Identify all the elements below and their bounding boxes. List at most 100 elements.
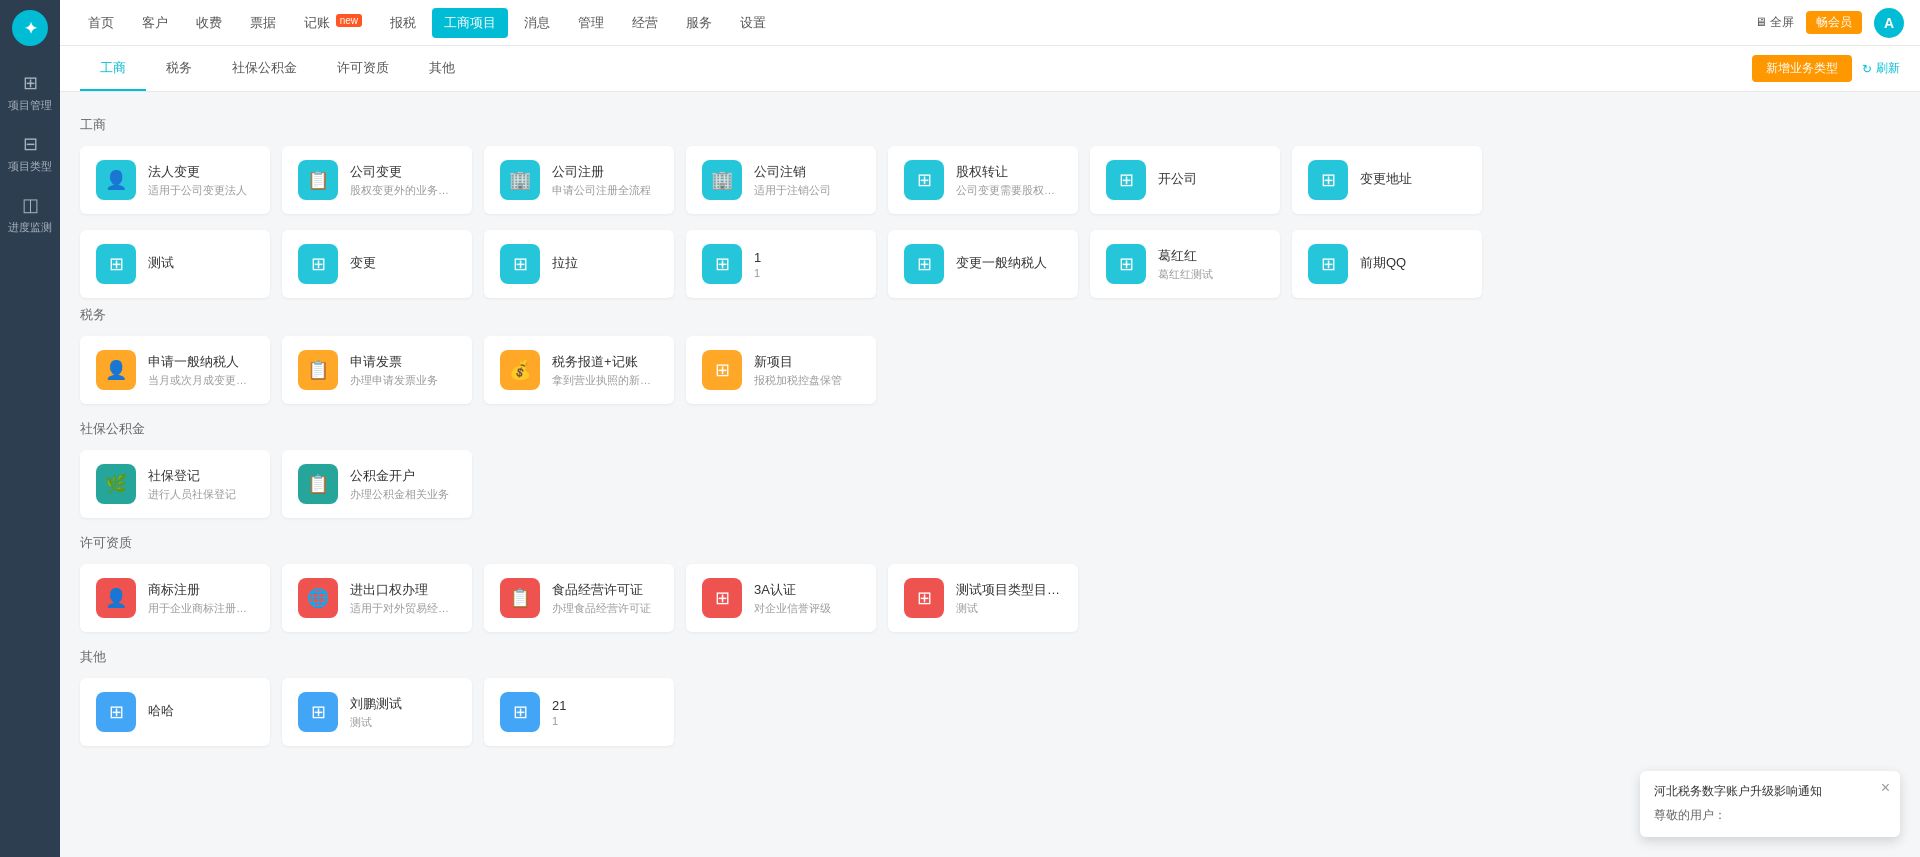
card-food-license[interactable]: 📋 食品经营许可证 办理食品经营许可证 <box>484 564 674 632</box>
nav-clients[interactable]: 客户 <box>130 8 180 38</box>
nav-billing[interactable]: 收费 <box>184 8 234 38</box>
card-open-company[interactable]: ⊞ 开公司 <box>1090 146 1280 214</box>
card-change-taxpayer[interactable]: ⊞ 变更一般纳税人 <box>888 230 1078 298</box>
card-one[interactable]: ⊞ 1 1 <box>686 230 876 298</box>
card-company-cancel[interactable]: 🏢 公司注销 适用于注销公司 <box>686 146 876 214</box>
card-legal-change[interactable]: 👤 法人变更 适用于公司变更法人 <box>80 146 270 214</box>
card-test[interactable]: ⊞ 测试 <box>80 230 270 298</box>
legal-change-body: 法人变更 适用于公司变更法人 <box>148 163 254 198</box>
nav-admin[interactable]: 管理 <box>566 8 616 38</box>
card-equity-transfer[interactable]: ⊞ 股权转让 公司变更需要股权转让 <box>888 146 1078 214</box>
card-housing-fund[interactable]: 📋 公积金开户 办理公积金相关业务 <box>282 450 472 518</box>
company-cancel-icon: 🏢 <box>702 160 742 200</box>
card-apply-taxpayer[interactable]: 👤 申请一般纳税人 当月或次月成变更完成 <box>80 336 270 404</box>
trademark-desc: 用于企业商标注册服务 <box>148 601 254 616</box>
vip-btn[interactable]: 畅会员 <box>1806 11 1862 34</box>
tab-shebao[interactable]: 社保公积金 <box>212 47 317 91</box>
food-license-desc: 办理食品经营许可证 <box>552 601 658 616</box>
company-change-title: 公司变更 <box>350 163 456 181</box>
topnav-right: 🖥 全屏 畅会员 A <box>1755 8 1904 38</box>
change-address-body: 变更地址 <box>1360 170 1466 190</box>
tab-qita[interactable]: 其他 <box>409 47 475 91</box>
tax-bookkeeping-icon: 💰 <box>500 350 540 390</box>
one-icon: ⊞ <box>702 244 742 284</box>
tab-xuke[interactable]: 许可资质 <box>317 47 409 91</box>
card-liupeng[interactable]: ⊞ 刘鹏测试 测试 <box>282 678 472 746</box>
shebao-section-title: 社保公积金 <box>80 420 1900 438</box>
card-3a[interactable]: ⊞ 3A认证 对企业信誉评级 <box>686 564 876 632</box>
notification-content: 尊敬的用户： <box>1654 806 1886 825</box>
card-import-export[interactable]: 🌐 进出口权办理 适用于对外贸易经营者 <box>282 564 472 632</box>
guhong-body: 葛红红 葛红红测试 <box>1158 247 1264 282</box>
nav-services[interactable]: 服务 <box>674 8 724 38</box>
card-apply-invoice[interactable]: 📋 申请发票 办理申请发票业务 <box>282 336 472 404</box>
housing-fund-desc: 办理公积金相关业务 <box>350 487 456 502</box>
top-navigation: 首页 客户 收费 票据 记账 new 报税 工商项目 消息 管理 经营 服务 设… <box>60 0 1920 46</box>
nav-tax[interactable]: 报税 <box>378 8 428 38</box>
card-new-project[interactable]: ⊞ 新项目 报税加税控盘保管 <box>686 336 876 404</box>
main-content: 工商 税务 社保公积金 许可资质 其他 新增业务类型 ↻ 刷新 工商 👤 法人变… <box>60 46 1920 857</box>
apply-invoice-body: 申请发票 办理申请发票业务 <box>350 353 456 388</box>
project-type-icon: ⊟ <box>23 133 38 155</box>
xuke-section-title: 许可资质 <box>80 534 1900 552</box>
change-address-icon: ⊞ <box>1308 160 1348 200</box>
social-insurance-desc: 进行人员社保登记 <box>148 487 254 502</box>
nav-tickets[interactable]: 票据 <box>238 8 288 38</box>
card-lala[interactable]: ⊞ 拉拉 <box>484 230 674 298</box>
nav-home[interactable]: 首页 <box>76 8 126 38</box>
import-export-body: 进出口权办理 适用于对外贸易经营者 <box>350 581 456 616</box>
21-body: 21 1 <box>552 698 658 727</box>
change-taxpayer-title: 变更一般纳税人 <box>956 254 1062 272</box>
3a-body: 3A认证 对企业信誉评级 <box>754 581 860 616</box>
liupeng-body: 刘鹏测试 测试 <box>350 695 456 730</box>
tab-gongshang[interactable]: 工商 <box>80 47 146 91</box>
card-company-register[interactable]: 🏢 公司注册 申请公司注册全流程 <box>484 146 674 214</box>
card-21[interactable]: ⊞ 21 1 <box>484 678 674 746</box>
card-test-type[interactable]: ⊞ 测试项目类型目定义 测试 <box>888 564 1078 632</box>
card-social-insurance[interactable]: 🌿 社保登记 进行人员社保登记 <box>80 450 270 518</box>
xuke-cards: 👤 商标注册 用于企业商标注册服务 🌐 进出口权办理 适用于对外贸易经营者 📋 … <box>80 564 1900 632</box>
card-tax-bookkeeping[interactable]: 💰 税务报道+记账 拿到营业执照的新公司 <box>484 336 674 404</box>
nav-messages[interactable]: 消息 <box>512 8 562 38</box>
refresh-button[interactable]: ↻ 刷新 <box>1862 60 1900 77</box>
user-avatar[interactable]: A <box>1874 8 1904 38</box>
change-title: 变更 <box>350 254 456 272</box>
notification-title: 河北税务数字账户升级影响通知 <box>1654 783 1886 800</box>
social-insurance-body: 社保登记 进行人员社保登记 <box>148 467 254 502</box>
card-guhong[interactable]: ⊞ 葛红红 葛红红测试 <box>1090 230 1280 298</box>
card-change-address[interactable]: ⊞ 变更地址 <box>1292 146 1482 214</box>
3a-title: 3A认证 <box>754 581 860 599</box>
sidebar-item-project-mgmt[interactable]: ⊞ 项目管理 <box>0 62 60 123</box>
sidebar-item-project-type[interactable]: ⊟ 项目类型 <box>0 123 60 184</box>
notification-close-btn[interactable]: × <box>1881 779 1890 797</box>
card-haha[interactable]: ⊞ 哈哈 <box>80 678 270 746</box>
card-qqq[interactable]: ⊞ 前期QQ <box>1292 230 1482 298</box>
import-export-desc: 适用于对外贸易经营者 <box>350 601 456 616</box>
lala-title: 拉拉 <box>552 254 658 272</box>
food-license-icon: 📋 <box>500 578 540 618</box>
nav-settings[interactable]: 设置 <box>728 8 778 38</box>
apply-invoice-title: 申请发票 <box>350 353 456 371</box>
import-export-title: 进出口权办理 <box>350 581 456 599</box>
guhong-desc: 葛红红测试 <box>1158 267 1264 282</box>
add-type-button[interactable]: 新增业务类型 <box>1752 55 1852 82</box>
fullscreen-btn[interactable]: 🖥 全屏 <box>1755 14 1794 31</box>
sidebar-item-progress[interactable]: ◫ 进度监测 <box>0 184 60 245</box>
3a-icon: ⊞ <box>702 578 742 618</box>
tabs-actions: 新增业务类型 ↻ 刷新 <box>1752 55 1900 82</box>
nav-bizproject[interactable]: 工商项目 <box>432 8 508 38</box>
open-company-title: 开公司 <box>1158 170 1264 188</box>
company-change-desc: 股权变更外的业务变更 <box>350 183 456 198</box>
tab-shuiwu[interactable]: 税务 <box>146 47 212 91</box>
nav-accounting[interactable]: 记账 new <box>292 8 374 38</box>
housing-fund-body: 公积金开户 办理公积金相关业务 <box>350 467 456 502</box>
notification-popup: × 河北税务数字账户升级影响通知 尊敬的用户： <box>1640 771 1900 837</box>
nav-accounting-label: 记账 <box>304 15 330 30</box>
apply-taxpayer-title: 申请一般纳税人 <box>148 353 254 371</box>
card-change[interactable]: ⊞ 变更 <box>282 230 472 298</box>
card-trademark[interactable]: 👤 商标注册 用于企业商标注册服务 <box>80 564 270 632</box>
accounting-badge: new <box>336 14 362 27</box>
21-desc: 1 <box>552 715 658 727</box>
nav-operations[interactable]: 经营 <box>620 8 670 38</box>
card-company-change[interactable]: 📋 公司变更 股权变更外的业务变更 <box>282 146 472 214</box>
